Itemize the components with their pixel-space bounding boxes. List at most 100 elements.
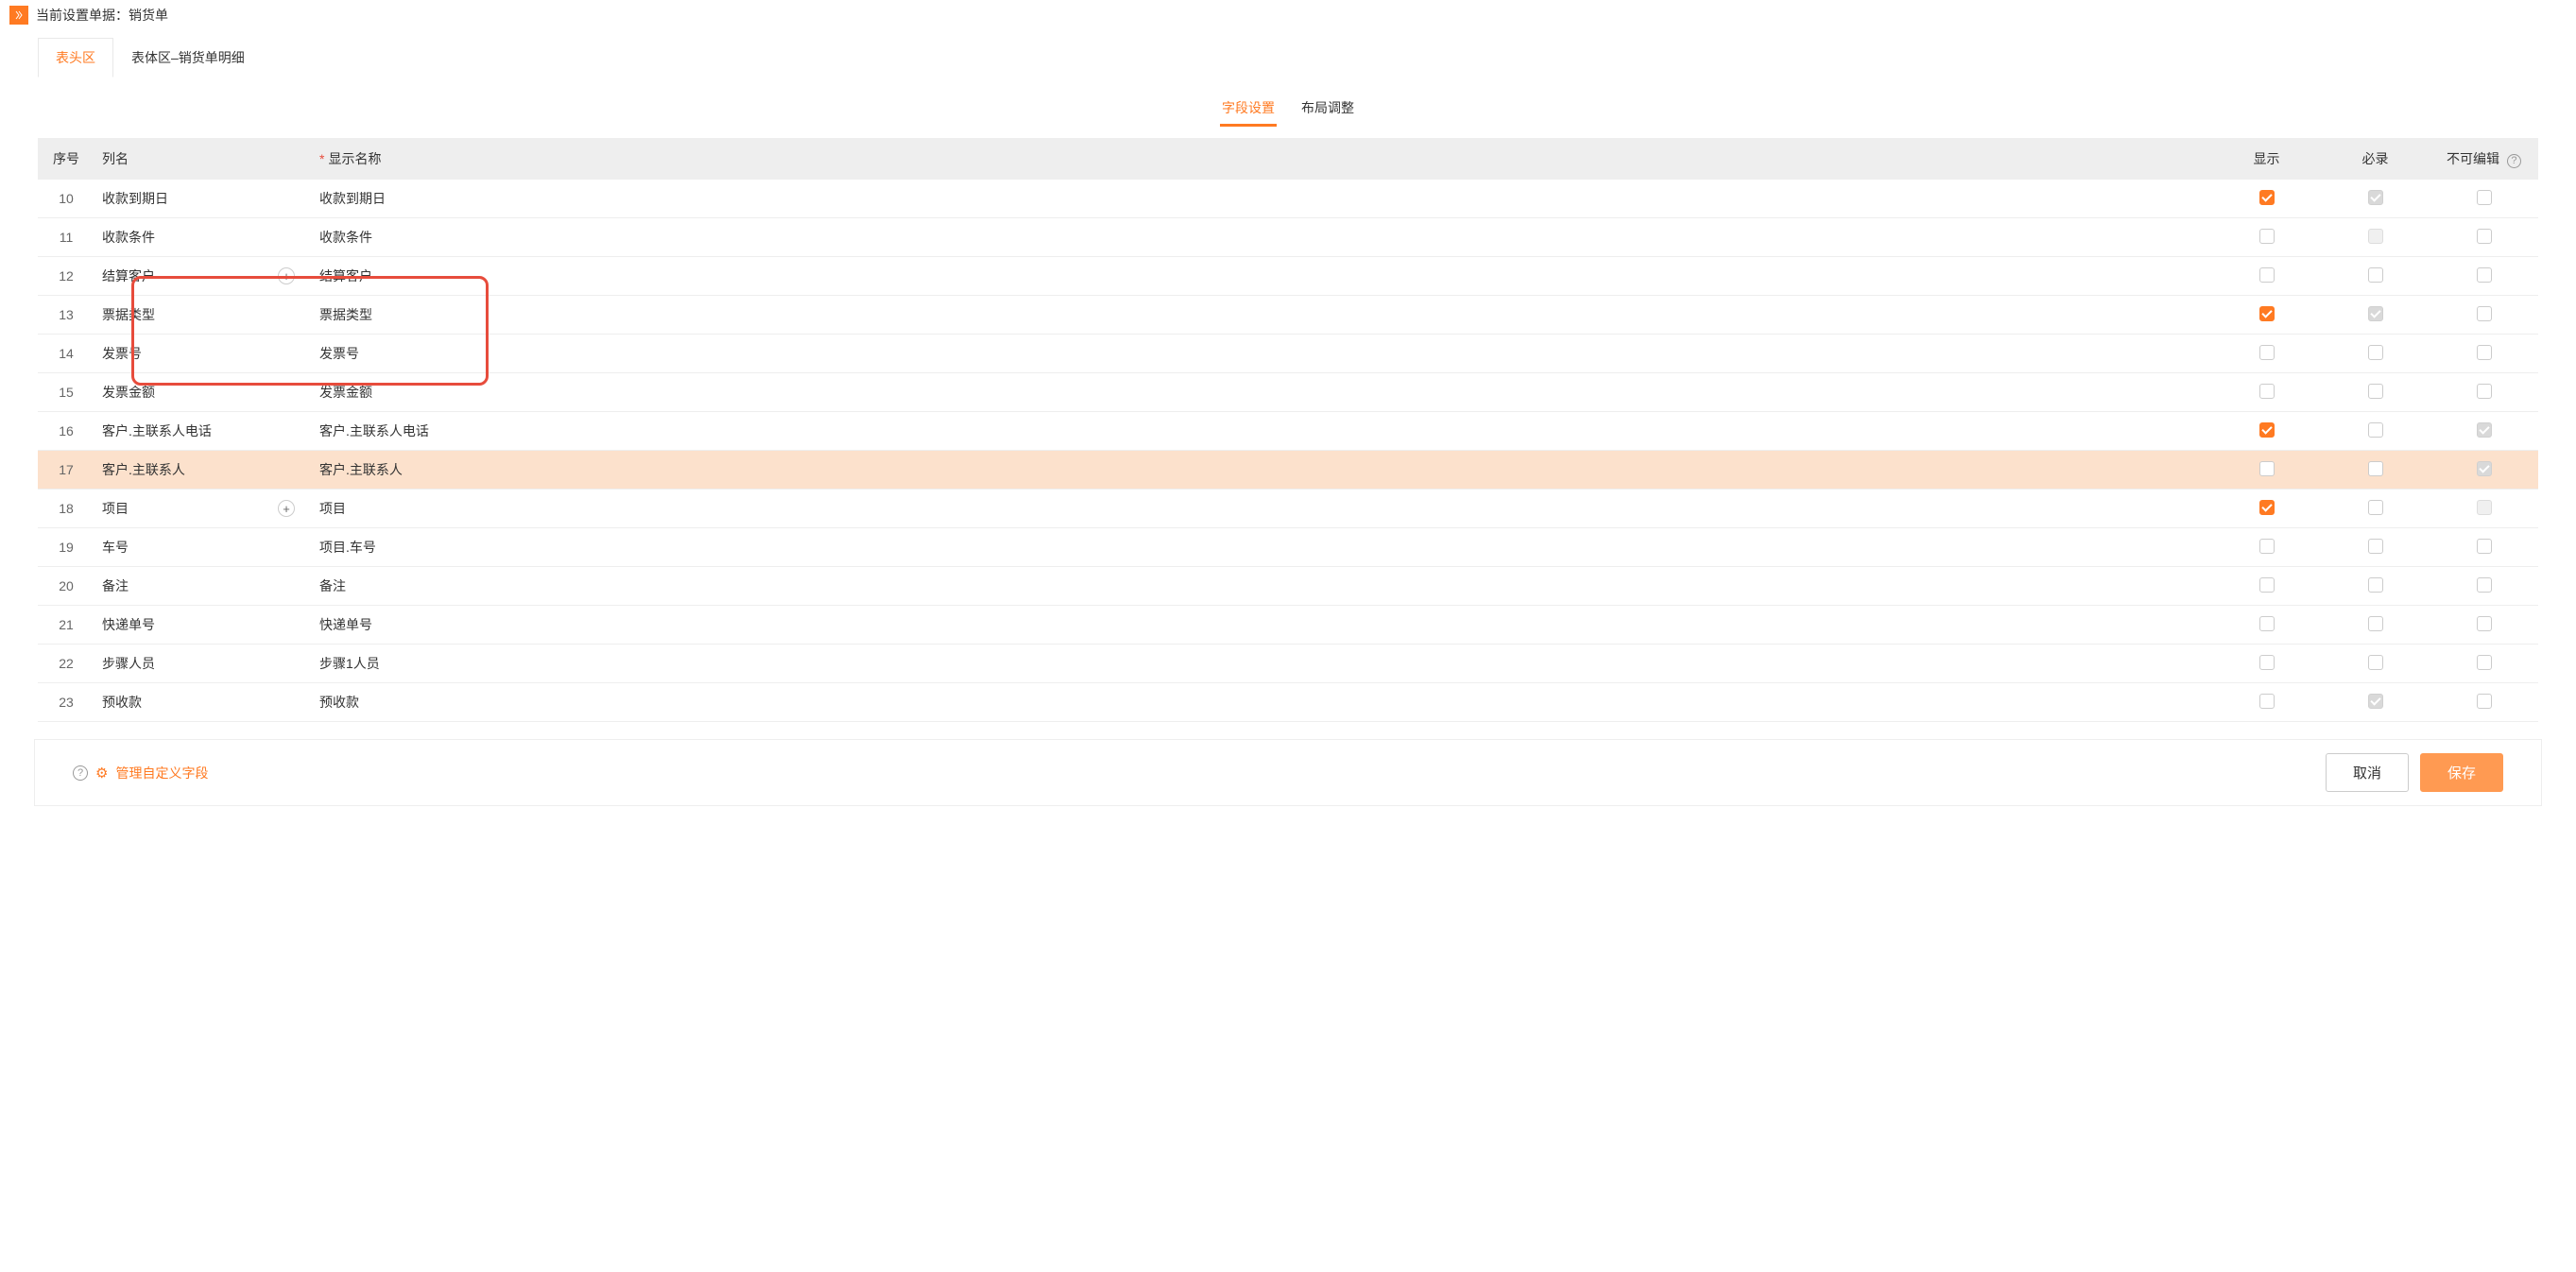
checkbox-show[interactable]: [2259, 616, 2275, 631]
checkbox-readonly: [2477, 422, 2492, 438]
cell-seq: 22: [38, 645, 94, 683]
cell-readonly: [2430, 567, 2538, 606]
checkbox-show[interactable]: [2259, 229, 2275, 244]
main-tab-1[interactable]: 表体区–销货单明细: [113, 38, 263, 77]
header-bar: 当前设置单据： 销货单: [0, 0, 2576, 30]
col-name-label: 票据类型: [102, 305, 155, 324]
cell-display-name[interactable]: 票据类型: [312, 296, 2212, 335]
cell-show: [2212, 567, 2321, 606]
table-row: 22 步骤人员 步骤1人员: [38, 645, 2538, 683]
checkbox-show[interactable]: [2259, 694, 2275, 709]
cell-display-name[interactable]: 预收款: [312, 683, 2212, 722]
cell-display-name[interactable]: 收款到期日: [312, 180, 2212, 218]
cell-required: [2321, 373, 2430, 412]
checkbox-required[interactable]: [2368, 655, 2383, 670]
cell-show: [2212, 296, 2321, 335]
footer-bar: ? ⚙ 管理自定义字段 取消 保存: [34, 739, 2542, 806]
checkbox-required[interactable]: [2368, 422, 2383, 438]
sub-tab-1[interactable]: 布局调整: [1299, 95, 1356, 127]
cell-display-name[interactable]: 项目: [312, 490, 2212, 528]
cell-display-name[interactable]: 备注: [312, 567, 2212, 606]
cell-required: [2321, 257, 2430, 296]
checkbox-show[interactable]: [2259, 422, 2275, 438]
checkbox-show[interactable]: [2259, 345, 2275, 360]
cell-col-name: 收款条件: [94, 218, 312, 257]
cell-display-name[interactable]: 发票号: [312, 335, 2212, 373]
table-row: 15发票金额发票金额: [38, 373, 2538, 412]
checkbox-show[interactable]: [2259, 500, 2275, 515]
cell-display-name[interactable]: 客户.主联系人: [312, 451, 2212, 490]
header-title-doc: 销货单: [129, 6, 168, 25]
cell-col-name: 票据类型: [94, 296, 312, 335]
main-tab-0[interactable]: 表头区: [38, 38, 113, 77]
cell-col-name: 车号: [94, 528, 312, 567]
checkbox-required[interactable]: [2368, 384, 2383, 399]
cell-seq: 18: [38, 490, 94, 528]
checkbox-readonly[interactable]: [2477, 616, 2492, 631]
checkbox-required[interactable]: [2368, 577, 2383, 593]
checkbox-show[interactable]: [2259, 190, 2275, 205]
checkbox-show[interactable]: [2259, 461, 2275, 476]
manage-custom-fields-link[interactable]: 管理自定义字段: [115, 764, 208, 782]
cell-required: [2321, 645, 2430, 683]
add-sub-column-button[interactable]: +: [278, 500, 295, 517]
cell-readonly: [2430, 257, 2538, 296]
cell-col-name: 步骤人员: [94, 645, 312, 683]
checkbox-show[interactable]: [2259, 655, 2275, 670]
checkbox-required[interactable]: [2368, 345, 2383, 360]
cell-required: [2321, 335, 2430, 373]
col-name-label: 客户.主联系人电话: [102, 421, 212, 440]
checkbox-readonly[interactable]: [2477, 694, 2492, 709]
cell-required: [2321, 451, 2430, 490]
cell-required: [2321, 683, 2430, 722]
sub-tab-0[interactable]: 字段设置: [1220, 95, 1277, 127]
checkbox-readonly[interactable]: [2477, 577, 2492, 593]
th-readonly-label: 不可编辑: [2447, 151, 2499, 166]
th-display-name-label: 显示名称: [328, 151, 381, 166]
cell-seq: 10: [38, 180, 94, 218]
col-name-label: 步骤人员: [102, 654, 155, 673]
cell-display-name[interactable]: 项目.车号: [312, 528, 2212, 567]
checkbox-required[interactable]: [2368, 539, 2383, 554]
add-sub-column-button[interactable]: +: [278, 267, 295, 284]
checkbox-readonly: [2477, 461, 2492, 476]
checkbox-show[interactable]: [2259, 384, 2275, 399]
cell-readonly: [2430, 645, 2538, 683]
cell-display-name[interactable]: 结算客户: [312, 257, 2212, 296]
checkbox-required[interactable]: [2368, 267, 2383, 283]
table-row: 20备注备注: [38, 567, 2538, 606]
save-button[interactable]: 保存: [2420, 753, 2503, 792]
cell-readonly: [2430, 296, 2538, 335]
required-star-icon: *: [319, 151, 324, 166]
checkbox-show[interactable]: [2259, 577, 2275, 593]
checkbox-readonly[interactable]: [2477, 267, 2492, 283]
checkbox-readonly[interactable]: [2477, 190, 2492, 205]
col-name-label: 项目: [102, 499, 129, 518]
checkbox-show[interactable]: [2259, 267, 2275, 283]
th-col-name: 列名: [94, 138, 312, 180]
table-row: 14发票号发票号: [38, 335, 2538, 373]
cancel-button[interactable]: 取消: [2326, 753, 2409, 792]
cell-display-name[interactable]: 收款条件: [312, 218, 2212, 257]
checkbox-required[interactable]: [2368, 461, 2383, 476]
cell-required: [2321, 296, 2430, 335]
cell-display-name[interactable]: 快递单号: [312, 606, 2212, 645]
checkbox-readonly[interactable]: [2477, 655, 2492, 670]
help-icon[interactable]: ?: [2507, 154, 2521, 168]
checkbox-show[interactable]: [2259, 539, 2275, 554]
cell-display-name[interactable]: 发票金额: [312, 373, 2212, 412]
checkbox-show[interactable]: [2259, 306, 2275, 321]
checkbox-readonly[interactable]: [2477, 345, 2492, 360]
cell-show: [2212, 683, 2321, 722]
question-icon[interactable]: ?: [73, 765, 88, 781]
checkbox-required[interactable]: [2368, 500, 2383, 515]
checkbox-readonly[interactable]: [2477, 539, 2492, 554]
checkbox-readonly[interactable]: [2477, 306, 2492, 321]
expand-panel-button[interactable]: [9, 6, 28, 25]
cell-display-name[interactable]: 客户.主联系人电话: [312, 412, 2212, 451]
cell-display-name[interactable]: 步骤1人员: [312, 645, 2212, 683]
cell-required: [2321, 528, 2430, 567]
checkbox-readonly[interactable]: [2477, 229, 2492, 244]
checkbox-readonly[interactable]: [2477, 384, 2492, 399]
checkbox-required[interactable]: [2368, 616, 2383, 631]
